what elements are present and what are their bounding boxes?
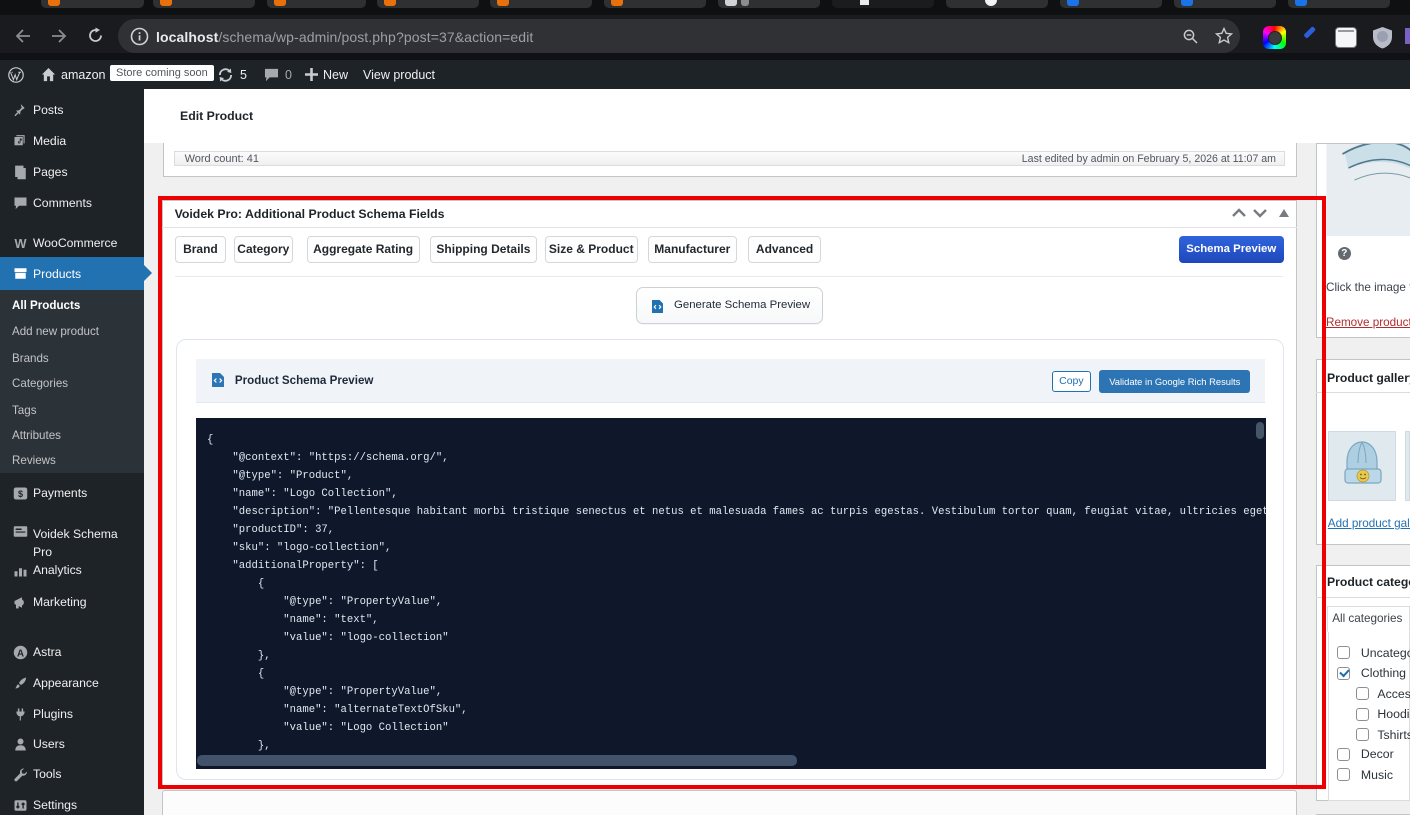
svg-text:$: $ [18,489,23,499]
svg-text:W: W [14,236,27,251]
svg-text:A: A [17,648,24,659]
